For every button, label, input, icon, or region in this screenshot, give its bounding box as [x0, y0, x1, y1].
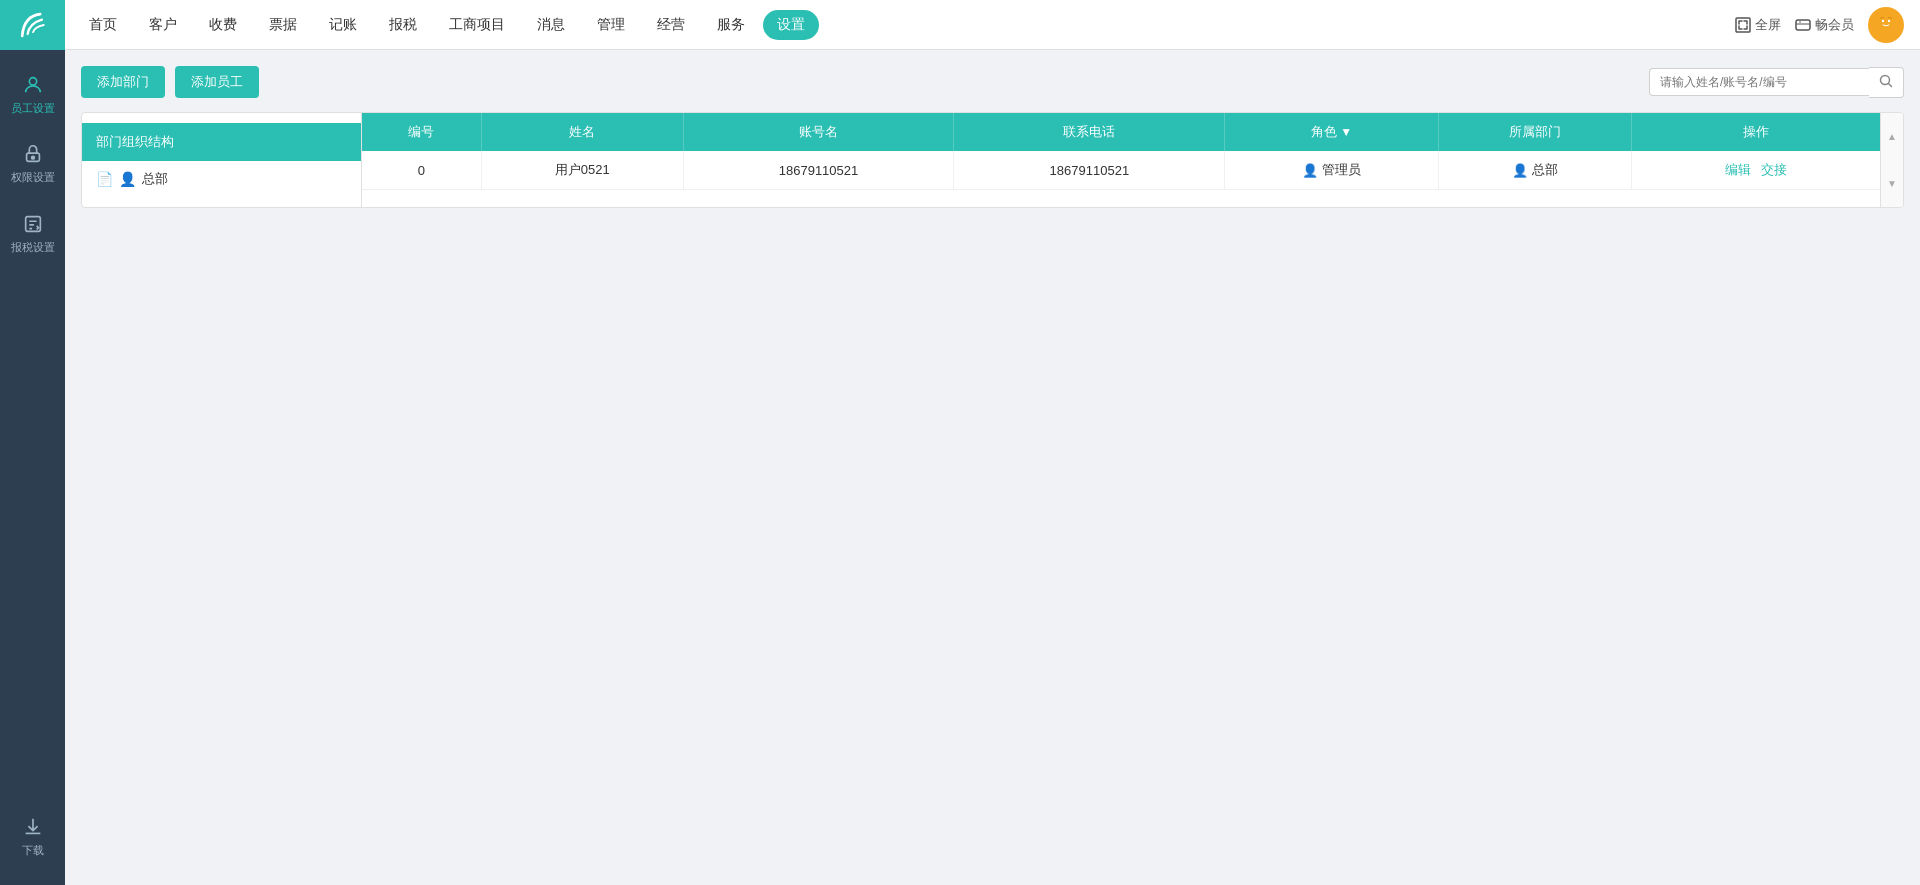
svg-rect-1 — [1796, 20, 1810, 30]
dept-file-icon: 📄 — [96, 171, 113, 187]
scroll-buttons: ▲ ▼ — [1880, 113, 1903, 207]
svg-point-5 — [1882, 19, 1884, 21]
left-sidebar: 员工设置 权限设置 报税设置 下载 — [0, 50, 65, 885]
nav-item-管理[interactable]: 管理 — [583, 10, 639, 40]
nav-items: 首页客户收费票据记账报税工商项目消息管理经营服务设置 — [65, 10, 1735, 40]
action-编辑[interactable]: 编辑 — [1725, 162, 1751, 177]
sidebar-item-download[interactable]: 下载 — [0, 802, 65, 871]
svg-point-6 — [1888, 19, 1890, 21]
sidebar-item-employee[interactable]: 员工设置 — [0, 60, 65, 129]
nav-item-经营[interactable]: 经营 — [643, 10, 699, 40]
sidebar-taxsetting-label: 报税设置 — [11, 240, 55, 254]
nav-item-收费[interactable]: 收费 — [195, 10, 251, 40]
col-actions: 操作 — [1632, 113, 1880, 151]
svg-point-9 — [31, 157, 34, 160]
cell-account: 18679110521 — [683, 151, 954, 190]
svg-point-7 — [29, 78, 36, 85]
search-button[interactable] — [1869, 67, 1904, 98]
app-logo — [0, 0, 65, 50]
toolbar: 添加部门 添加员工 — [81, 66, 1904, 98]
sidebar-item-taxsetting[interactable]: 报税设置 — [0, 199, 65, 268]
table-area: 编号 姓名 账号名 联系电话 角色 ▼ 所属部门 操作 — [362, 113, 1880, 207]
top-nav-right: 全屏 畅会员 — [1735, 7, 1920, 43]
nav-item-记账[interactable]: 记账 — [315, 10, 371, 40]
dept-badge-icon: 👤 — [1512, 163, 1528, 178]
fullscreen-label: 全屏 — [1755, 16, 1781, 34]
nav-item-客户[interactable]: 客户 — [135, 10, 191, 40]
nav-item-服务[interactable]: 服务 — [703, 10, 759, 40]
dept-user-icon: 👤 — [119, 171, 136, 187]
add-dept-button[interactable]: 添加部门 — [81, 66, 165, 98]
role-user-icon: 👤 — [1302, 163, 1318, 178]
vip-btn[interactable]: 畅会员 — [1795, 16, 1854, 34]
cell-phone: 18679110521 — [954, 151, 1225, 190]
layout: 员工设置 权限设置 报税设置 下载 — [0, 50, 1920, 885]
search-area — [1649, 67, 1904, 98]
sidebar-item-permission[interactable]: 权限设置 — [0, 129, 65, 198]
dept-tree-header: 部门组织结构 — [82, 123, 361, 161]
fullscreen-btn[interactable]: 全屏 — [1735, 16, 1781, 34]
nav-item-工商项目[interactable]: 工商项目 — [435, 10, 519, 40]
cell-dept: 👤 总部 — [1438, 151, 1632, 190]
col-role[interactable]: 角色 ▼ — [1225, 113, 1438, 151]
cell-role: 👤 管理员 — [1225, 151, 1438, 190]
col-account: 账号名 — [683, 113, 954, 151]
employee-table: 编号 姓名 账号名 联系电话 角色 ▼ 所属部门 操作 — [362, 113, 1880, 190]
sidebar-employee-label: 员工设置 — [11, 101, 55, 115]
dept-name-label: 总部 — [142, 170, 168, 188]
avatar[interactable] — [1868, 7, 1904, 43]
nav-item-报税[interactable]: 报税 — [375, 10, 431, 40]
col-name: 姓名 — [481, 113, 683, 151]
vip-label: 畅会员 — [1815, 16, 1854, 34]
nav-item-消息[interactable]: 消息 — [523, 10, 579, 40]
add-emp-button[interactable]: 添加员工 — [175, 66, 259, 98]
cell-name: 用户0521 — [481, 151, 683, 190]
nav-item-设置[interactable]: 设置 — [763, 10, 819, 40]
action-交接[interactable]: 交接 — [1761, 162, 1787, 177]
table-row: 0 用户0521 18679110521 18679110521 👤 管理员 👤… — [362, 151, 1880, 190]
cell-id: 0 — [362, 151, 481, 190]
nav-item-首页[interactable]: 首页 — [75, 10, 131, 40]
svg-point-2 — [1799, 21, 1801, 23]
sidebar-bottom: 下载 — [0, 802, 65, 885]
table-header-row: 编号 姓名 账号名 联系电话 角色 ▼ 所属部门 操作 — [362, 113, 1880, 151]
svg-rect-0 — [1736, 18, 1750, 32]
dept-tree-item-general[interactable]: 📄 👤 总部 — [82, 161, 361, 197]
scroll-down-button[interactable]: ▼ — [1881, 160, 1903, 207]
content-area: 部门组织结构 📄 👤 总部 编号 姓名 账号名 联系电话 — [81, 112, 1904, 208]
role-filter-icon: ▼ — [1340, 125, 1352, 139]
scroll-up-button[interactable]: ▲ — [1881, 113, 1903, 160]
nav-item-票据[interactable]: 票据 — [255, 10, 311, 40]
sidebar-permission-label: 权限设置 — [11, 170, 55, 184]
svg-point-4 — [1877, 30, 1895, 40]
cell-actions: 编辑交接 — [1632, 151, 1880, 190]
dept-tree: 部门组织结构 📄 👤 总部 — [82, 113, 362, 207]
col-id: 编号 — [362, 113, 481, 151]
search-input[interactable] — [1649, 68, 1869, 96]
col-phone: 联系电话 — [954, 113, 1225, 151]
top-nav: 首页客户收费票据记账报税工商项目消息管理经营服务设置 全屏 畅会员 — [0, 0, 1920, 50]
svg-point-3 — [1879, 15, 1893, 29]
main-content: 添加部门 添加员工 部门组织结构 📄 👤 总部 — [65, 50, 1920, 885]
sidebar-download-label: 下载 — [22, 843, 44, 857]
col-dept: 所属部门 — [1438, 113, 1632, 151]
